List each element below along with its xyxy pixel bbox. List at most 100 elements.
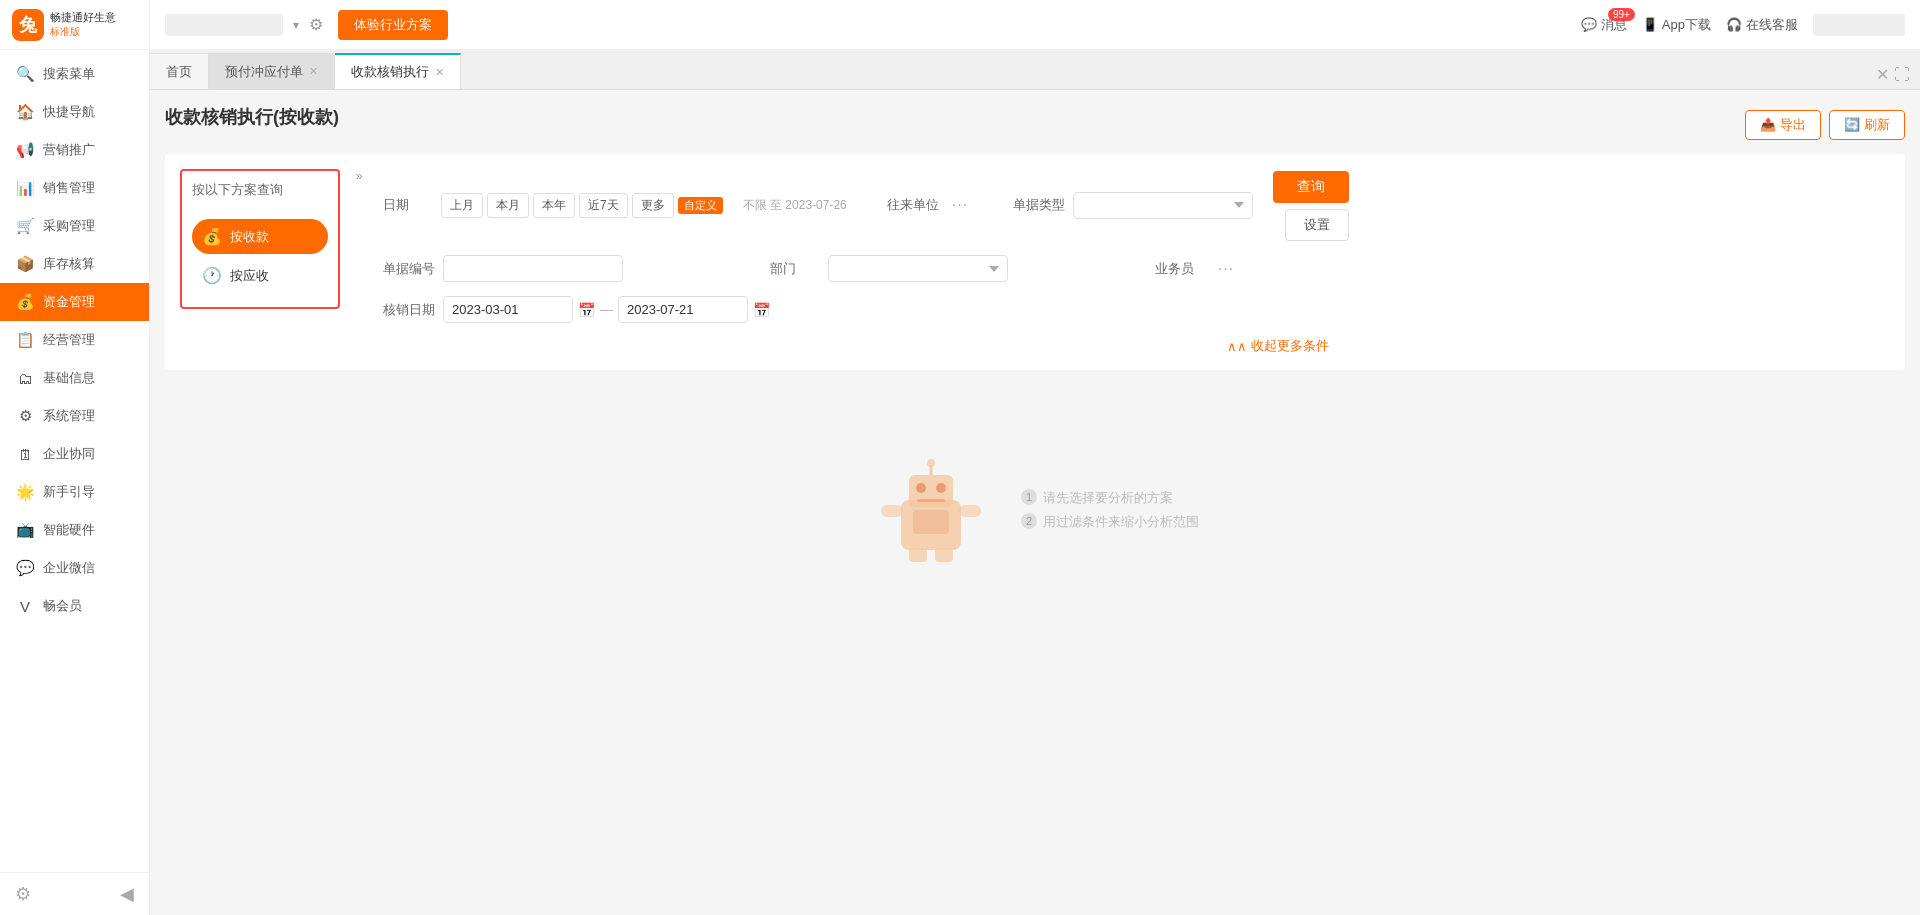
sidebar-item-system[interactable]: ⚙系统管理 bbox=[0, 397, 149, 435]
sidebar-label-inventory: 库存核算 bbox=[43, 255, 95, 273]
date-btn-last-month[interactable]: 上月 bbox=[441, 193, 483, 218]
sidebar-label-guide: 新手引导 bbox=[43, 483, 95, 501]
sidebar-item-hardware[interactable]: 📺智能硬件 bbox=[0, 511, 149, 549]
filter-receipt-icon: 💰 bbox=[202, 227, 222, 246]
export-button[interactable]: 📤 导出 bbox=[1745, 110, 1821, 140]
export-label: 导出 bbox=[1780, 116, 1806, 134]
tabbar-close-all[interactable]: ✕ bbox=[1876, 65, 1889, 84]
main-area: ▾ ⚙ 体验行业方案 💬 消息 99+ 📱 App下载 🎧 在线客服 首页 bbox=[150, 0, 1920, 915]
app-name-block: 畅捷通好生意 标准版 bbox=[50, 10, 116, 38]
sidebar-label-base-info: 基础信息 bbox=[43, 369, 95, 387]
sidebar-item-purchase[interactable]: 🛒采购管理 bbox=[0, 207, 149, 245]
writeoff-date-field: 核销日期 📅 — 📅 bbox=[383, 296, 770, 323]
refresh-button[interactable]: 🔄 刷新 bbox=[1829, 110, 1905, 140]
staff-dots[interactable]: ··· bbox=[1213, 260, 1239, 278]
sidebar-item-search[interactable]: 🔍搜索菜单 bbox=[0, 55, 149, 93]
date-btn-this-year[interactable]: 本年 bbox=[533, 193, 575, 218]
tab-prepay-close[interactable]: ✕ bbox=[309, 65, 318, 78]
filter-by-receivable[interactable]: 🕐 按应收 bbox=[192, 258, 328, 293]
app-edition: 标准版 bbox=[50, 25, 116, 39]
svg-rect-8 bbox=[959, 505, 981, 517]
app-download-action[interactable]: 📱 App下载 bbox=[1642, 16, 1711, 34]
writeoff-date-group: 📅 — 📅 bbox=[443, 296, 770, 323]
tab-receipt-writeoff[interactable]: 收款核销执行 ✕ bbox=[335, 53, 461, 89]
date-quick-buttons: 上月 本月 本年 近7天 更多 自定义 bbox=[441, 193, 723, 218]
sidebar-item-operations[interactable]: 📋经营管理 bbox=[0, 321, 149, 359]
sidebar-icon-shortcuts: 🏠 bbox=[15, 103, 35, 121]
date-btn-7days[interactable]: 近7天 bbox=[579, 193, 628, 218]
sidebar-label-marketing: 营销推广 bbox=[43, 141, 95, 159]
writeoff-date-end-calendar[interactable]: 📅 bbox=[753, 302, 770, 318]
writeoff-date-start-input[interactable] bbox=[443, 296, 573, 323]
sidebar-menu: 🔍搜索菜单🏠快捷导航📢营销推广📊销售管理🛒采购管理📦库存核算💰资金管理📋经营管理… bbox=[0, 50, 149, 872]
message-action[interactable]: 💬 消息 99+ bbox=[1581, 16, 1627, 34]
settings-button[interactable]: 设置 bbox=[1285, 209, 1349, 241]
collapse-more-button[interactable]: ∧∧ 收起更多条件 bbox=[383, 337, 1349, 355]
partner-dots[interactable]: ··· bbox=[947, 196, 973, 214]
voucher-no-input[interactable] bbox=[443, 255, 623, 282]
sidebar-item-enterprise[interactable]: 🗓企业协同 bbox=[0, 435, 149, 473]
date-btn-more[interactable]: 更多 bbox=[632, 193, 674, 218]
solution-button[interactable]: 体验行业方案 bbox=[338, 10, 448, 40]
sidebar-icon-base-info: 🗂 bbox=[15, 370, 35, 387]
sidebar-item-base-info[interactable]: 🗂 基础信息 bbox=[0, 359, 149, 397]
topbar-actions: 💬 消息 99+ 📱 App下载 🎧 在线客服 bbox=[1581, 14, 1905, 36]
sidebar-item-finance[interactable]: 💰资金管理 bbox=[0, 283, 149, 321]
user-avatar[interactable] bbox=[1813, 14, 1905, 36]
sidebar-label-system: 系统管理 bbox=[43, 407, 95, 425]
tab-prepay[interactable]: 预付冲应付单 ✕ bbox=[209, 53, 335, 89]
sidebar-item-wechat[interactable]: 💬企业微信 bbox=[0, 549, 149, 587]
svg-point-6 bbox=[927, 459, 935, 467]
writeoff-date-end-input[interactable] bbox=[618, 296, 748, 323]
filter-by-receipt[interactable]: 💰 按收款 bbox=[192, 219, 328, 254]
collapse-label: 收起更多条件 bbox=[1251, 337, 1329, 355]
form-row-3: 核销日期 📅 — 📅 bbox=[383, 296, 1349, 323]
sidebar-collapse-icon[interactable]: ◀ bbox=[120, 883, 134, 905]
writeoff-date-start-calendar[interactable]: 📅 bbox=[578, 302, 595, 318]
voucher-no-field: 单据编号 bbox=[383, 255, 623, 282]
hint-num-1: 1 bbox=[1021, 489, 1037, 505]
svg-rect-4 bbox=[917, 499, 945, 502]
form-row-2: 单据编号 部门 业务员 ··· bbox=[383, 255, 1349, 282]
app-logo-icon: 兔 bbox=[12, 9, 44, 41]
sidebar-label-purchase: 采购管理 bbox=[43, 217, 95, 235]
sidebar-item-sales[interactable]: 📊销售管理 bbox=[0, 169, 149, 207]
tab-receipt-writeoff-label: 收款核销执行 bbox=[351, 63, 429, 81]
voucher-no-label: 单据编号 bbox=[383, 260, 435, 278]
app-name: 畅捷通好生意 bbox=[50, 10, 116, 24]
dept-field: 部门 bbox=[770, 255, 1008, 282]
query-button[interactable]: 查询 bbox=[1273, 171, 1349, 203]
empty-hint-1: 1 请先选择要分析的方案 bbox=[1021, 489, 1199, 507]
page-title: 收款核销执行(按收款) bbox=[165, 105, 339, 129]
filter-receipt-label: 按收款 bbox=[230, 228, 269, 246]
date-btn-this-month[interactable]: 本月 bbox=[487, 193, 529, 218]
export-icon: 📤 bbox=[1760, 117, 1776, 132]
sidebar-item-guide[interactable]: 🌟新手引导 bbox=[0, 473, 149, 511]
svg-rect-10 bbox=[935, 548, 953, 562]
online-service-label: 在线客服 bbox=[1746, 16, 1798, 34]
topbar-dropdown-icon[interactable]: ▾ bbox=[293, 18, 299, 32]
page-content: 收款核销执行(按收款) 📤 导出 🔄 刷新 按以下方案查询 💰 bbox=[150, 90, 1920, 915]
sidebar-label-member: 畅会员 bbox=[43, 597, 82, 615]
form-row-1: 日期 上月 本月 本年 近7天 更多 自定义 不限 至 2023-0 bbox=[383, 169, 1349, 241]
dept-select[interactable] bbox=[828, 255, 1008, 282]
online-service-action[interactable]: 🎧 在线客服 bbox=[1726, 16, 1798, 34]
sidebar-item-inventory[interactable]: 📦库存核算 bbox=[0, 245, 149, 283]
topbar-brand bbox=[165, 14, 283, 36]
sidebar-settings-icon[interactable]: ⚙ bbox=[15, 883, 31, 905]
tab-receipt-writeoff-close[interactable]: ✕ bbox=[435, 66, 444, 79]
empty-robot-svg bbox=[871, 450, 991, 570]
panel-collapse-button[interactable]: » bbox=[350, 169, 368, 183]
voucher-type-select[interactable] bbox=[1073, 192, 1253, 219]
sidebar-icon-search: 🔍 bbox=[15, 65, 35, 83]
tabbar-maximize[interactable]: ⛶ bbox=[1894, 66, 1910, 84]
sidebar-icon-wechat: 💬 bbox=[15, 559, 35, 577]
sidebar-item-member[interactable]: V畅会员 bbox=[0, 587, 149, 625]
tab-home[interactable]: 首页 bbox=[150, 53, 209, 89]
sidebar-icon-hardware: 📺 bbox=[15, 521, 35, 539]
sidebar-item-marketing[interactable]: 📢营销推广 bbox=[0, 131, 149, 169]
topbar-gear-icon[interactable]: ⚙ bbox=[309, 15, 323, 34]
sidebar-item-shortcuts[interactable]: 🏠快捷导航 bbox=[0, 93, 149, 131]
tab-prepay-label: 预付冲应付单 bbox=[225, 63, 303, 81]
message-badge: 99+ bbox=[1608, 8, 1635, 21]
